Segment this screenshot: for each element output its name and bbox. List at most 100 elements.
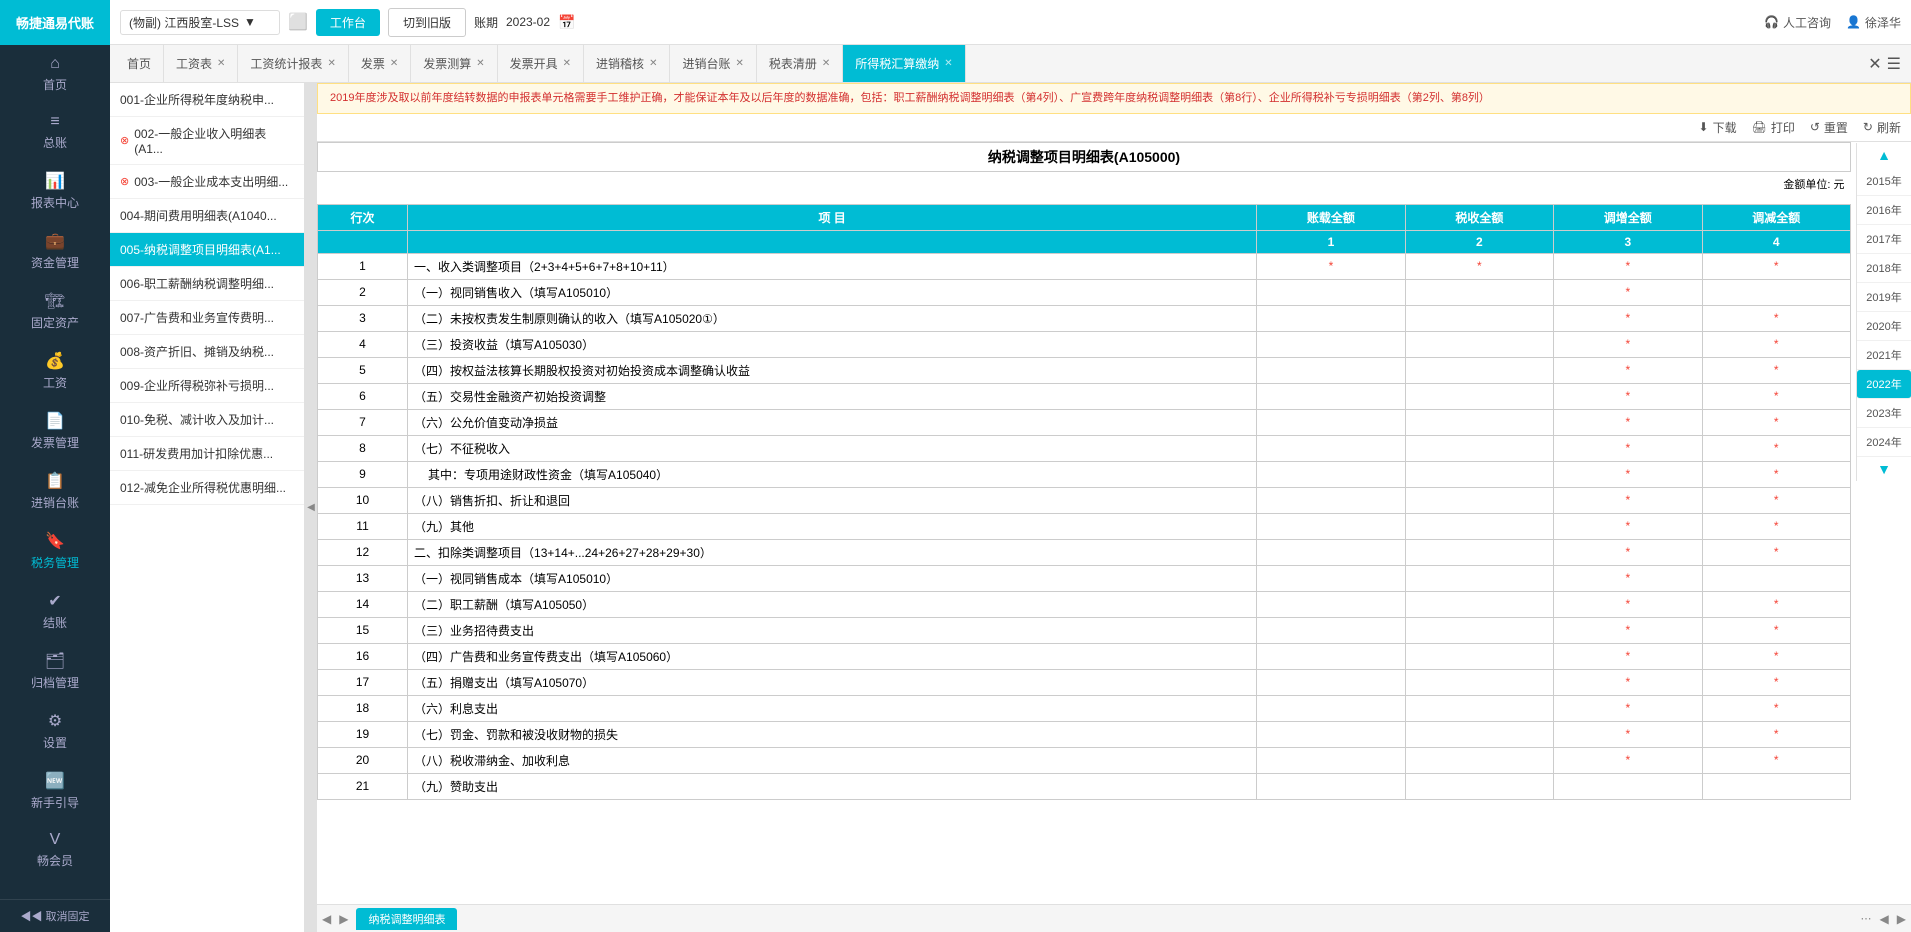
tab-invoice-issue-close[interactable]: ✕ xyxy=(563,58,571,69)
tab-invoice-calc[interactable]: 发票测算 ✕ xyxy=(411,45,497,83)
tab-salary-stats-close[interactable]: ✕ xyxy=(327,58,335,69)
company-copy-icon[interactable]: ⬜ xyxy=(288,12,308,32)
year-2022[interactable]: 2022年 xyxy=(1857,370,1911,399)
table-row: 5 （四）按权益法核算长期股权投资对初始投资成本调整确认收益 * * xyxy=(318,357,1851,383)
sidebar-item-guide[interactable]: 🆕 新手引导 xyxy=(0,761,110,821)
tab-home[interactable]: 首页 xyxy=(115,45,164,83)
year-2015[interactable]: 2015年 xyxy=(1857,167,1911,196)
left-panel-item-11[interactable]: 012-减免企业所得税优惠明细... xyxy=(110,471,304,505)
salary-icon: 💰 xyxy=(45,351,65,371)
year-2024[interactable]: 2024年 xyxy=(1857,428,1911,457)
print-button[interactable]: 🖨 打印 xyxy=(1752,119,1795,136)
left-panel-item-0[interactable]: 001-企业所得税年度纳税申... xyxy=(110,83,304,117)
col-header-decrease: 调减全额 xyxy=(1702,204,1851,230)
sidebar-item-settings[interactable]: ⚙ 设置 xyxy=(0,701,110,761)
year-up-arrow[interactable]: ▲ xyxy=(1873,143,1895,167)
tab-inout-audit-close[interactable]: ✕ xyxy=(649,58,657,69)
table-wrapper[interactable]: 纳税调整项目明细表(A105000) 金额单位: 元 行次 项 目 账载 xyxy=(317,142,1911,905)
left-panel-item-7[interactable]: 008-资产折旧、摊销及纳税... xyxy=(110,335,304,369)
scroll-horizontal-right[interactable]: ▶ xyxy=(1897,912,1906,926)
main-table: 纳税调整项目明细表(A105000) 金额单位: 元 行次 项 目 账载 xyxy=(317,142,1851,800)
reset-button[interactable]: ↺ 重置 xyxy=(1810,119,1848,136)
tab-close-all-icon[interactable]: ✕ xyxy=(1868,54,1881,74)
tab-invoice-issue[interactable]: 发票开具 ✕ xyxy=(498,45,584,83)
assets-icon: 💼 xyxy=(45,231,65,251)
company-selector[interactable]: (物副) 江西股室-LSS ▼ xyxy=(120,10,280,35)
tab-inout-audit[interactable]: 进销稽核 ✕ xyxy=(584,45,670,83)
year-2018[interactable]: 2018年 xyxy=(1857,254,1911,283)
left-panel-item-6[interactable]: 007-广告费和业务宣传费明... xyxy=(110,301,304,335)
tab-menu-icon[interactable]: ☰ xyxy=(1887,54,1901,74)
calendar-icon[interactable]: 📅 xyxy=(558,14,575,31)
tab-income-tax-close[interactable]: ✕ xyxy=(944,58,952,69)
refresh-button[interactable]: ↻ 刷新 xyxy=(1863,119,1901,136)
pin-toggle[interactable]: ◀◀ 取消固定 xyxy=(0,899,110,932)
left-panel-label-3: 004-期间费用明细表(A1040... xyxy=(120,207,277,224)
left-panel-item-9[interactable]: 010-免税、减计收入及加计... xyxy=(110,403,304,437)
tab-invoice[interactable]: 发票 ✕ xyxy=(349,45,411,83)
tab-tax-forms[interactable]: 税表清册 ✕ xyxy=(757,45,843,83)
year-2016[interactable]: 2016年 xyxy=(1857,196,1911,225)
left-panel-item-3[interactable]: 004-期间费用明细表(A1040... xyxy=(110,199,304,233)
sidebar-item-tax[interactable]: 🔖 税务管理 xyxy=(0,521,110,581)
user-avatar[interactable]: 👤 徐泽华 xyxy=(1846,14,1901,31)
tab-inout-ledger-close[interactable]: ✕ xyxy=(735,58,743,69)
scroll-horizontal-left[interactable]: ◀ xyxy=(1880,912,1889,926)
tab-tax-forms-close[interactable]: ✕ xyxy=(822,58,830,69)
year-panel: ▲ 2015年 2016年 2017年 2018年 2019年 2020年 20… xyxy=(1856,143,1911,481)
inout-icon: 📋 xyxy=(45,471,65,491)
year-2020[interactable]: 2020年 xyxy=(1857,312,1911,341)
workspace-button[interactable]: 工作台 xyxy=(316,9,380,36)
year-2021[interactable]: 2021年 xyxy=(1857,341,1911,370)
sidebar-item-settle[interactable]: ✔ 结账 xyxy=(0,581,110,641)
year-down-arrow[interactable]: ▼ xyxy=(1873,457,1895,481)
tab-salary[interactable]: 工资表 ✕ xyxy=(164,45,238,83)
sheet-tab-item[interactable]: 纳税调整明细表 xyxy=(356,908,457,930)
left-panel-item-1[interactable]: ⊗ 002-一般企业收入明细表(A1... xyxy=(110,117,304,165)
sidebar-item-ledger[interactable]: ≡ 总账 xyxy=(0,103,110,161)
year-2017[interactable]: 2017年 xyxy=(1857,225,1911,254)
sidebar-label-invoice: 发票管理 xyxy=(31,434,79,451)
tab-invoice-calc-close[interactable]: ✕ xyxy=(476,58,484,69)
col-sub-4: 3 xyxy=(1554,230,1702,253)
tab-salary-stats[interactable]: 工资统计报表 ✕ xyxy=(238,45,348,83)
left-panel-label-2: 003-一般企业成本支出明细... xyxy=(134,173,288,190)
refresh-label: 刷新 xyxy=(1877,119,1901,136)
sidebar-item-inout[interactable]: 📋 进销台账 xyxy=(0,461,110,521)
headset-icon: 🎧 xyxy=(1764,15,1779,29)
left-panel-item-5[interactable]: 006-职工薪酬纳税调整明细... xyxy=(110,267,304,301)
sidebar-item-home[interactable]: ⌂ 首页 xyxy=(0,45,110,103)
user-service[interactable]: 🎧 人工咨询 xyxy=(1764,14,1831,31)
tab-income-tax[interactable]: 所得税汇算缴纳 ✕ xyxy=(843,45,965,83)
tab-invoice-close[interactable]: ✕ xyxy=(390,58,398,69)
left-panel-item-8[interactable]: 009-企业所得税弥补亏损明... xyxy=(110,369,304,403)
left-panel-item-4[interactable]: 005-纳税调整项目明细表(A1... xyxy=(110,233,304,267)
year-2019[interactable]: 2019年 xyxy=(1857,283,1911,312)
scroll-right-icon[interactable]: ▶ xyxy=(339,912,348,926)
tab-salary-stats-label: 工资统计报表 xyxy=(250,55,322,72)
sidebar-item-archive[interactable]: 🗂 归档管理 xyxy=(0,641,110,701)
scroll-left-icon[interactable]: ◀ xyxy=(322,912,331,926)
download-button[interactable]: ⬇ 下载 xyxy=(1699,119,1737,136)
sidebar-item-fixed[interactable]: 🏗 固定资产 xyxy=(0,281,110,341)
col-sub-2: 1 xyxy=(1257,230,1405,253)
year-2023[interactable]: 2023年 xyxy=(1857,399,1911,428)
tab-salary-close[interactable]: ✕ xyxy=(217,58,225,69)
left-panel-item-2[interactable]: ⊗ 003-一般企业成本支出明细... xyxy=(110,165,304,199)
sidebar-item-invoice[interactable]: 📄 发票管理 xyxy=(0,401,110,461)
left-panel-label-5: 006-职工薪酬纳税调整明细... xyxy=(120,275,274,292)
sidebar-item-vip[interactable]: V 畅会员 xyxy=(0,821,110,879)
left-panel-label-4: 005-纳税调整项目明细表(A1... xyxy=(120,241,281,258)
panel-collapse-handle[interactable]: ◀ xyxy=(305,83,317,932)
sidebar-item-salary[interactable]: 💰 工资 xyxy=(0,341,110,401)
sidebar-label-tax: 税务管理 xyxy=(31,554,79,571)
tab-invoice-issue-label: 发票开具 xyxy=(510,55,558,72)
old-version-button[interactable]: 切到旧版 xyxy=(388,8,466,37)
table-row: 11 （九）其他 * * xyxy=(318,513,1851,539)
tab-inout-ledger[interactable]: 进销台账 ✕ xyxy=(670,45,756,83)
left-panel-item-10[interactable]: 011-研发费用加计扣除优惠... xyxy=(110,437,304,471)
sidebar-label-fixed: 固定资产 xyxy=(31,314,79,331)
sidebar-item-reports[interactable]: 📊 报表中心 xyxy=(0,161,110,221)
sidebar-label-home: 首页 xyxy=(43,76,67,93)
sidebar-item-assets[interactable]: 💼 资金管理 xyxy=(0,221,110,281)
